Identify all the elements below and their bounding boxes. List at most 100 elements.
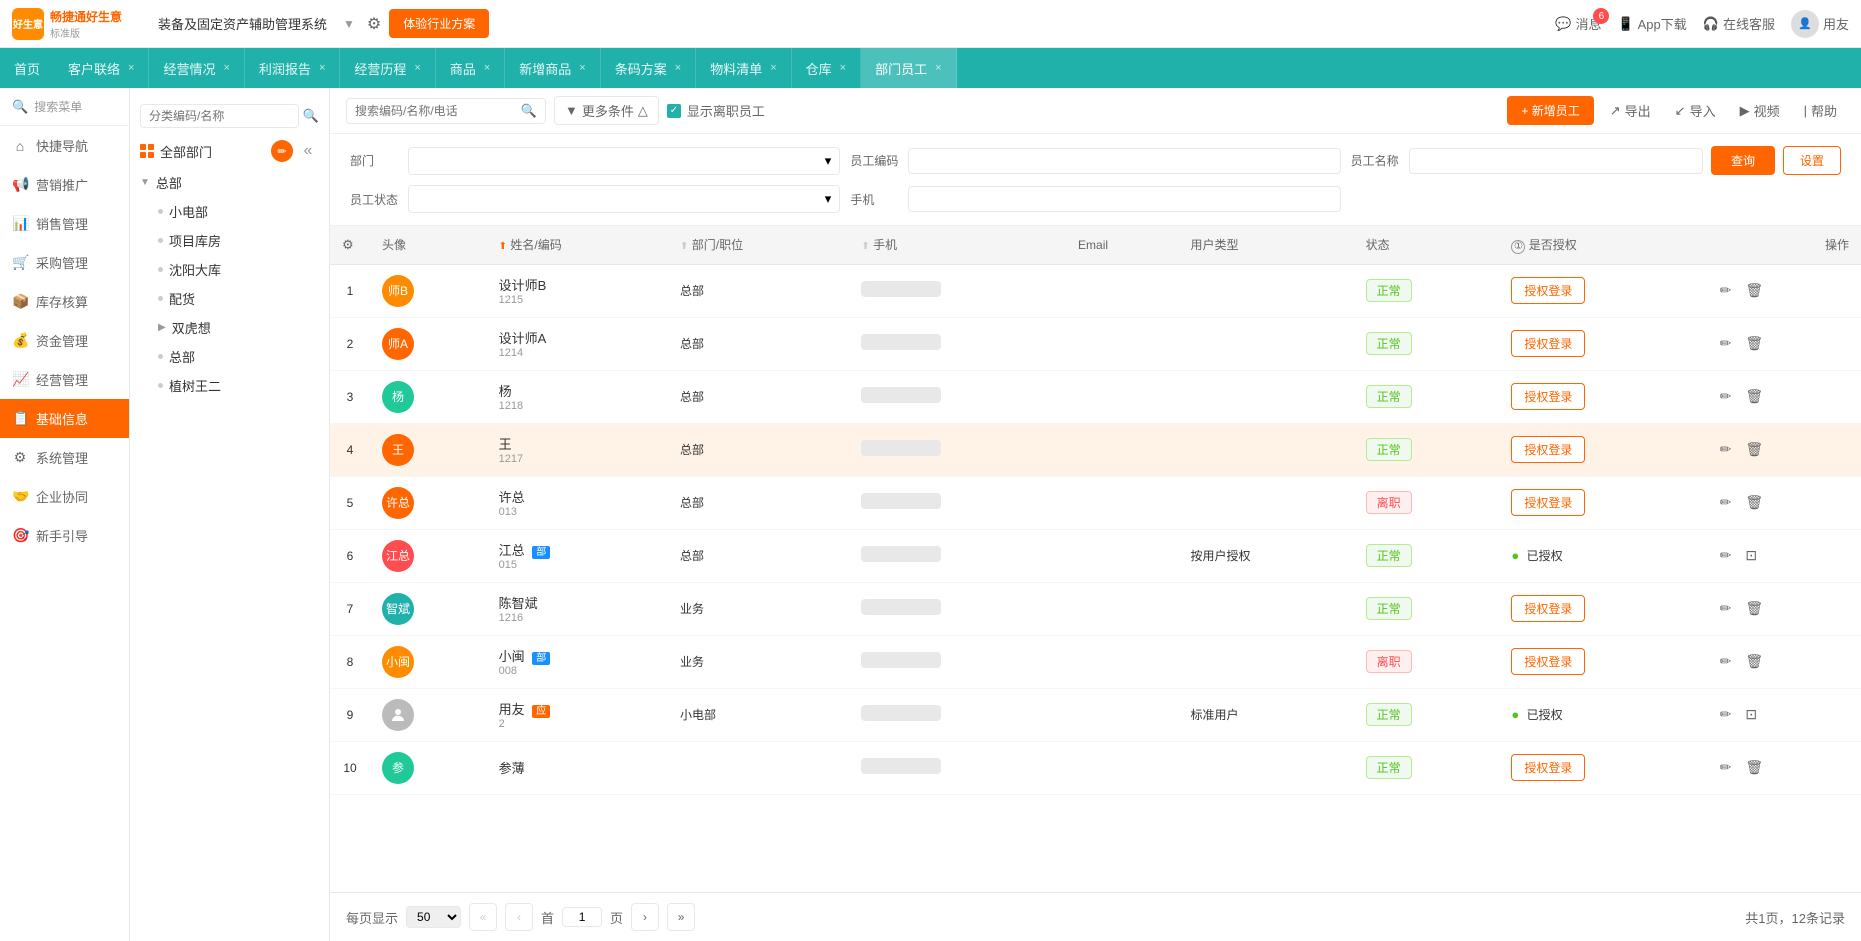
empcode-input[interactable] [908,148,1340,174]
sidebar-item-collab[interactable]: 🤝 企业协同 [0,477,129,516]
edit-button[interactable]: ✏ [1716,280,1736,301]
delete-button[interactable]: 🗑 [1741,651,1767,672]
import-button[interactable]: ↙ 导入 [1667,97,1724,124]
trial-button[interactable]: 体验行业方案 [389,9,489,38]
delete-button[interactable]: 🗑 [1741,280,1767,301]
delete-button[interactable]: 🗑 [1741,598,1767,619]
tab-history[interactable]: 经营历程 × [340,48,435,88]
tab-warehouse[interactable]: 仓库 × [792,48,861,88]
edit-button[interactable]: ✏ [1716,757,1736,778]
tree-node-root[interactable]: ▼ 总部 [130,168,329,197]
online-service-button[interactable]: 🎧 在线客服 [1703,14,1775,33]
export-button[interactable]: ↗ 导出 [1602,97,1659,124]
close-icon[interactable]: × [484,62,490,74]
sidebar-item-quick-nav[interactable]: ⌂ 快捷导航 [0,126,129,165]
close-icon[interactable]: × [414,62,420,74]
th-settings[interactable]: ⚙ [330,226,370,264]
edit-button[interactable]: ✏ [1716,333,1736,354]
th-name[interactable]: ⬆ 姓名/编码 [487,226,668,264]
message-button[interactable]: 💬 消息 6 [1555,14,1601,33]
collapse-tree-button[interactable]: « [297,140,319,162]
close-icon[interactable]: × [579,62,585,74]
th-dept[interactable]: ⬆ 部门/职位 [668,226,849,264]
info-icon[interactable]: ① [1511,240,1525,254]
tree-search-input[interactable] [140,104,299,128]
search-input[interactable] [355,104,515,118]
tab-employees[interactable]: 部门员工 × [861,48,956,88]
edit-button[interactable]: ✏ [1716,439,1736,460]
edit-button[interactable]: ✏ [1716,545,1736,566]
next-page-button[interactable]: › [631,903,659,931]
tab-bom[interactable]: 物料清单 × [696,48,791,88]
tree-node-project[interactable]: 项目库房 [130,226,329,255]
sidebar-item-inventory[interactable]: 📦 库存核算 [0,282,129,321]
tab-business[interactable]: 经营情况 × [149,48,244,88]
auth-login-button[interactable]: 授权登录 [1511,489,1585,516]
gear-icon[interactable]: ⚙ [367,14,381,34]
edit-button[interactable]: ✏ [1716,704,1736,725]
sidebar-item-guide[interactable]: 🎯 新手引导 [0,516,129,555]
delete-button[interactable]: 🗑 [1741,386,1767,407]
dept-select[interactable]: ▾ [408,147,840,175]
sidebar-item-sales[interactable]: 📊 销售管理 [0,204,129,243]
tab-add-goods[interactable]: 新增商品 × [505,48,600,88]
delete-button[interactable]: 🗑 [1741,333,1767,354]
video-button[interactable]: ▶ 视频 [1732,97,1788,124]
auth-login-button[interactable]: 授权登录 [1511,595,1585,622]
first-page-button[interactable]: « [469,903,497,931]
edit-button[interactable]: ✏ [1716,386,1736,407]
user-menu[interactable]: 👤 用友 [1791,10,1849,38]
tab-customer[interactable]: 客户联络 × [54,48,149,88]
help-button[interactable]: | 帮助 [1796,97,1845,124]
close-icon[interactable]: × [840,62,846,74]
auth-login-button[interactable]: 授权登录 [1511,383,1585,410]
delete-button[interactable]: 🗑 [1741,492,1767,513]
close-icon[interactable]: × [770,62,776,74]
delete-button[interactable]: 🗑 [1741,439,1767,460]
close-icon[interactable]: × [128,62,134,74]
page-size-select[interactable]: 50 20 100 [406,906,461,928]
tree-node-xiaodibu[interactable]: 小电部 [130,197,329,226]
sidebar-item-purchase[interactable]: 🛒 采购管理 [0,243,129,282]
auth-login-button[interactable]: 授权登录 [1511,436,1585,463]
copy-button[interactable]: ⊡ [1741,545,1761,566]
last-page-button[interactable]: » [667,903,695,931]
auth-login-button[interactable]: 授权登录 [1511,648,1585,675]
tab-home[interactable]: 首页 [0,48,54,88]
edit-button[interactable]: ✏ [1716,598,1736,619]
close-icon[interactable]: × [319,62,325,74]
sidebar-item-operations[interactable]: 📈 经营管理 [0,360,129,399]
phone-input[interactable] [908,186,1340,212]
tree-search-icon[interactable]: 🔍 [303,108,319,124]
delete-button[interactable]: 🗑 [1741,757,1767,778]
th-phone[interactable]: ⬆ 手机 [849,226,1066,264]
tree-node-shuanghu[interactable]: ▶ 双虎想 [130,313,329,342]
tab-profit[interactable]: 利润报告 × [245,48,340,88]
app-download-button[interactable]: 📱 App下载 [1617,14,1686,33]
empstatus-select[interactable]: ▾ [408,185,840,213]
sidebar-item-finance[interactable]: 💰 资金管理 [0,321,129,360]
tab-goods[interactable]: 商品 × [436,48,505,88]
close-icon[interactable]: × [223,62,229,74]
tree-node-plantree[interactable]: 植树王二 [130,371,329,400]
copy-button[interactable]: ⊡ [1741,704,1761,725]
edit-button[interactable]: ✏ [1716,651,1736,672]
sidebar-item-basic-info[interactable]: 📋 基础信息 [0,399,129,438]
query-button[interactable]: 查询 [1711,146,1775,175]
add-employee-button[interactable]: + 新增员工 [1507,96,1593,125]
tree-node-zongbu[interactable]: 总部 [130,342,329,371]
tree-node-shenyang[interactable]: 沈阳大库 [130,255,329,284]
close-icon[interactable]: × [675,62,681,74]
tab-barcode[interactable]: 条码方案 × [601,48,696,88]
empname-input[interactable] [1409,148,1703,174]
edit-button[interactable]: ✏ [1716,492,1736,513]
show-resigned-toggle[interactable]: ✓ 显示离职员工 [667,101,765,120]
page-input[interactable] [562,907,602,927]
add-dept-button[interactable]: ✏ [271,140,293,162]
search-menu-item[interactable]: 🔍 搜索菜单 [0,88,129,126]
close-icon[interactable]: × [935,62,941,74]
settings-button[interactable]: 设置 [1783,146,1841,175]
sidebar-item-marketing[interactable]: 📢 营销推广 [0,165,129,204]
auth-login-button[interactable]: 授权登录 [1511,754,1585,781]
dropdown-arrow-icon[interactable]: ▼ [343,17,355,31]
